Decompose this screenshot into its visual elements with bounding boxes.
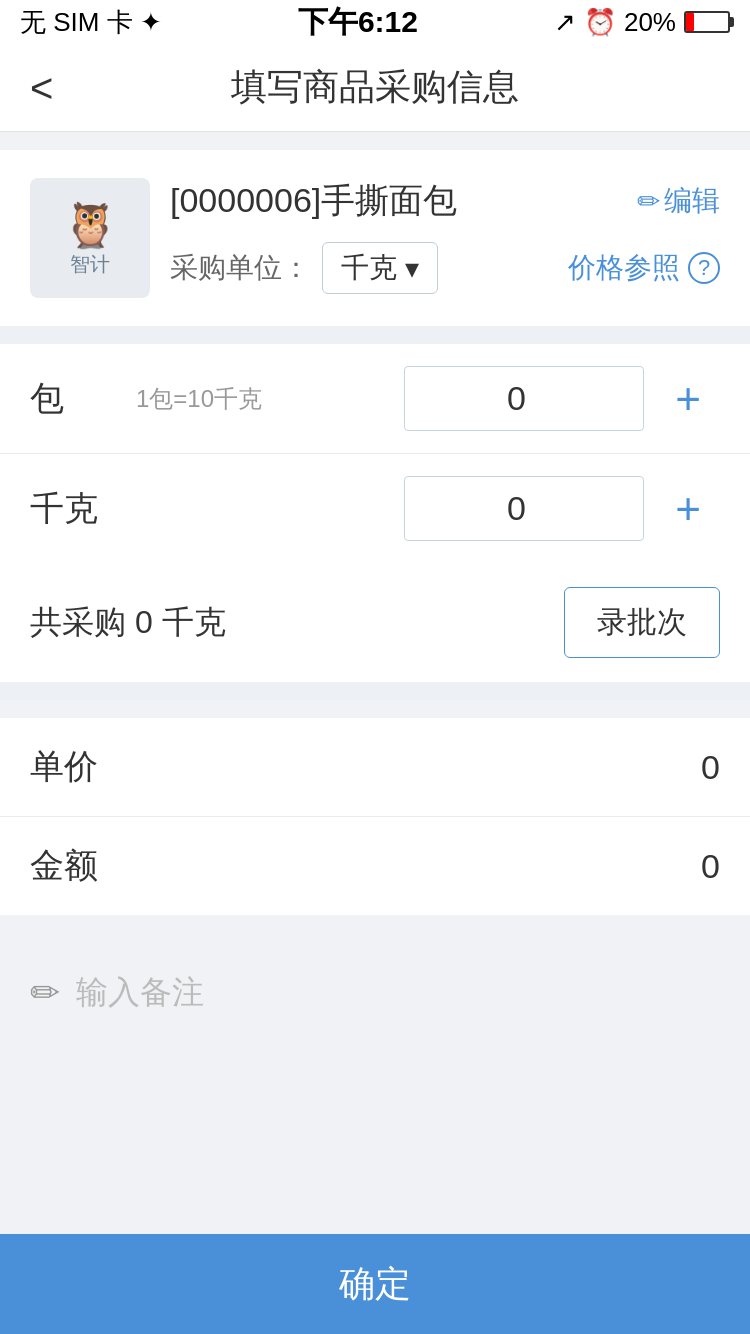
unit-label: 采购单位： [170,249,310,287]
summary-row: 共采购 0 千克 录批次 [0,563,750,682]
location-icon: ↗ [554,7,576,38]
notes-section[interactable]: ✏ 输入备注 [0,933,750,1053]
section-separator-1 [0,326,750,344]
unit-price-row: 单价 0 [0,718,750,817]
pencil-icon: ✏ [30,972,60,1014]
battery-fill [686,13,694,31]
price-section: 单价 0 金额 0 [0,718,750,915]
battery-icon [684,11,730,33]
edit-label[interactable]: 编辑 [664,182,720,220]
input-row-kg: 千克 + [0,454,750,563]
sim-signal: 无 SIM 卡 ✦ [20,5,162,40]
summary-text: 共采购 0 千克 [30,601,226,645]
amount-label: 金额 [30,843,98,889]
unit-price-label: 单价 [30,744,98,790]
edit-icon: ✏ [637,185,660,218]
input-section: 包 1包=10千克 + 千克 + [0,344,750,563]
input-row-pack: 包 1包=10千克 + [0,344,750,454]
notes-placeholder: 输入备注 [76,971,204,1015]
unit-dropdown[interactable]: 千克 ▾ [322,242,438,294]
alarm-icon: ⏰ [584,7,616,38]
product-logo-text: 智计 [70,251,110,278]
batch-button[interactable]: 录批次 [564,587,720,658]
page-title: 填写商品采购信息 [231,63,519,112]
confirm-bar[interactable]: 确定 [0,1234,750,1334]
kg-plus-button[interactable]: + [656,477,720,541]
kg-input[interactable] [404,476,644,541]
amount-row: 金额 0 [0,817,750,915]
kg-input-wrap: + [130,476,720,541]
dropdown-arrow-icon: ▾ [405,252,419,285]
purchase-unit-row: 采购单位： 千克 ▾ 价格参照 ? [170,242,720,294]
pack-plus-button[interactable]: + [656,367,720,431]
back-button[interactable]: < [30,68,53,108]
unit-value: 千克 [341,249,397,287]
kg-label: 千克 [30,486,110,532]
nav-bar: < 填写商品采购信息 [0,44,750,132]
product-info: [0000006]手撕面包 ✏ 编辑 采购单位： 千克 ▾ 价格参照 ? [170,178,720,294]
confirm-label[interactable]: 确定 [339,1260,411,1309]
status-time: 下午6:12 [298,2,418,43]
unit-selector-area: 采购单位： 千克 ▾ [170,242,438,294]
status-left: 无 SIM 卡 ✦ [20,5,162,40]
price-reference-link[interactable]: 价格参照 ? [568,249,720,287]
product-thumbnail: 🦉 智计 [30,178,150,298]
pack-sublabel: 1包=10千克 [136,383,262,415]
pack-label: 包 [30,376,110,422]
amount-value: 0 [701,847,720,886]
price-ref-label[interactable]: 价格参照 [568,249,680,287]
pack-input-wrap: + [282,366,720,431]
pack-input[interactable] [404,366,644,431]
unit-price-value: 0 [701,748,720,787]
product-card: 🦉 智计 [0000006]手撕面包 ✏ 编辑 采购单位： 千克 ▾ 价格参照 … [0,150,750,326]
battery-percent: 20% [624,7,676,38]
edit-link[interactable]: ✏ 编辑 [637,182,720,220]
product-logo-icon: 🦉 [63,199,118,251]
status-bar: 无 SIM 卡 ✦ 下午6:12 ↗ ⏰ 20% [0,0,750,44]
status-right: ↗ ⏰ 20% [554,7,730,38]
help-icon[interactable]: ? [688,252,720,284]
product-name-row: [0000006]手撕面包 ✏ 编辑 [170,178,720,224]
product-name: [0000006]手撕面包 [170,178,457,224]
section-separator-2 [0,682,750,700]
